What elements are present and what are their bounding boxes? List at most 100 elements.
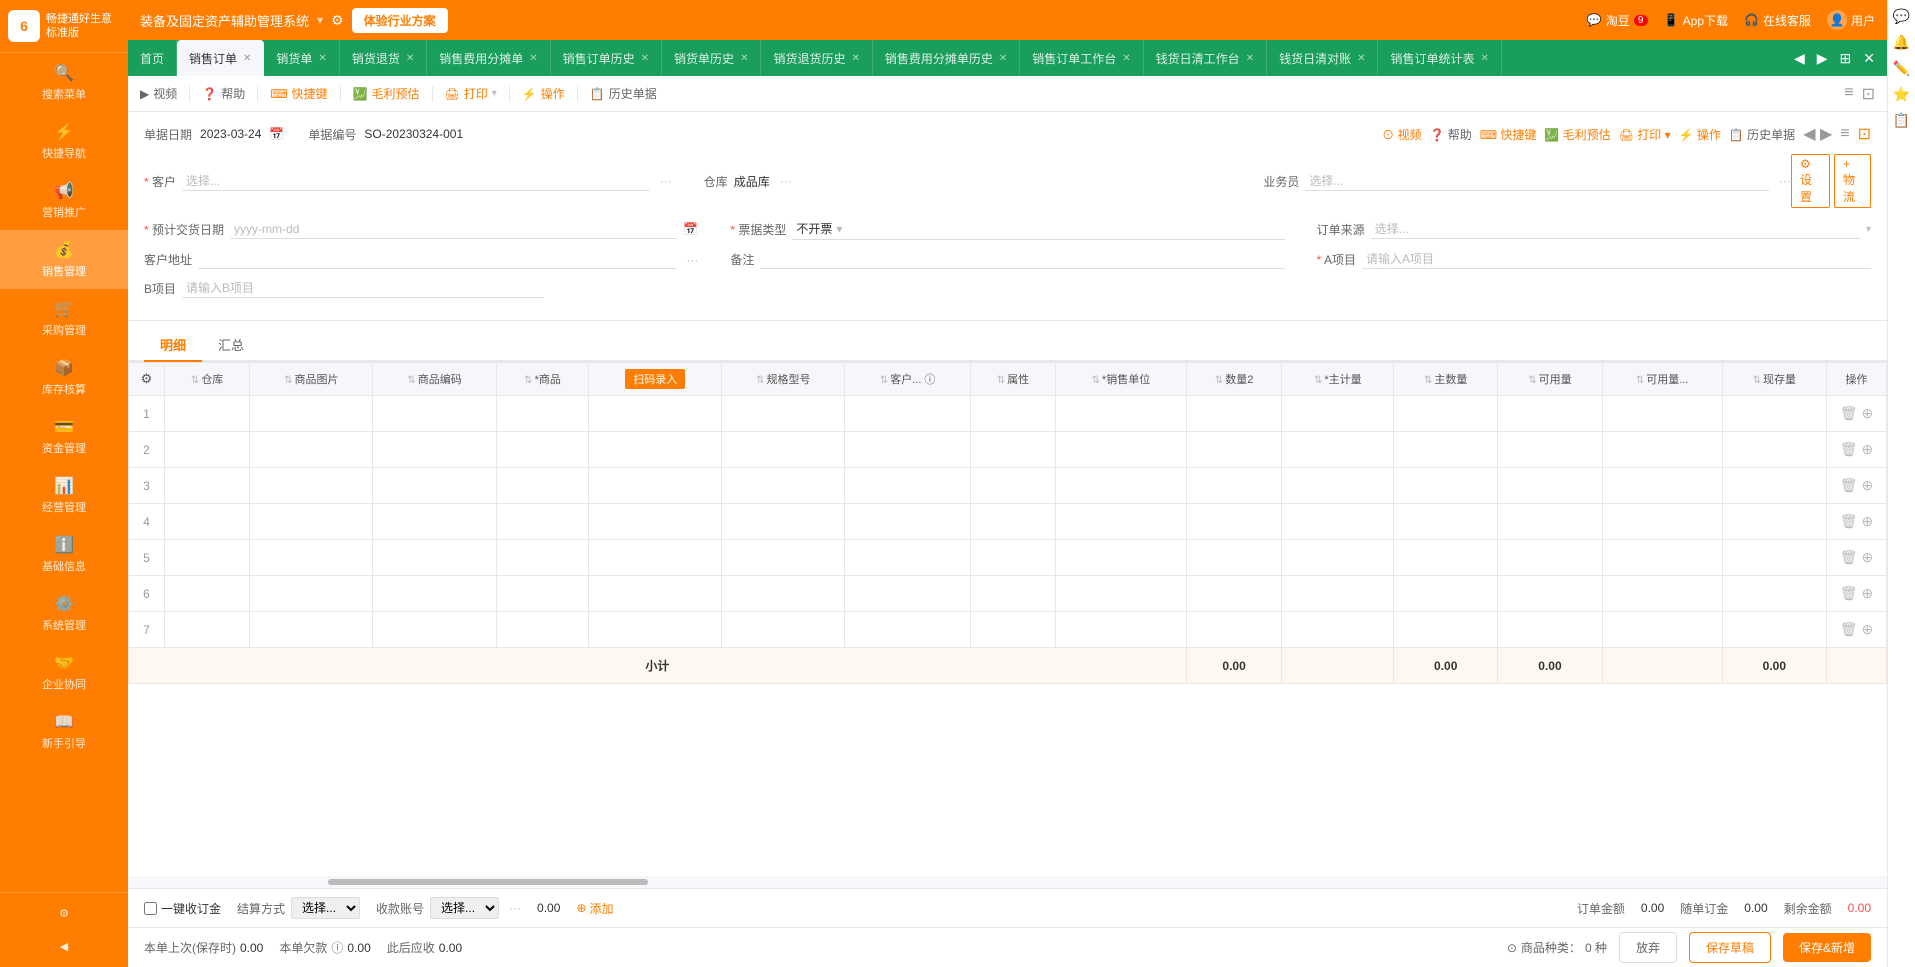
customer-more-icon[interactable]: ··· xyxy=(660,174,672,188)
row-sales-unit-cell[interactable] xyxy=(1056,396,1187,432)
row-stock-cell[interactable] xyxy=(1722,504,1826,540)
user-item[interactable]: 👤 用户 xyxy=(1827,10,1875,30)
row-warehouse-cell[interactable] xyxy=(165,468,250,504)
row-warehouse-cell[interactable] xyxy=(165,540,250,576)
system-dropdown-icon[interactable]: ▾ xyxy=(317,13,323,27)
save-draft-button[interactable]: 保存草稿 xyxy=(1689,932,1771,963)
th-scan[interactable]: 扫码录入 xyxy=(589,363,722,396)
row-qty2-cell[interactable] xyxy=(1186,504,1282,540)
row-qty2-cell[interactable] xyxy=(1186,540,1282,576)
invoice-select[interactable]: 不开票 ▾ xyxy=(792,218,1284,240)
row-available-cell[interactable] xyxy=(1498,576,1602,612)
row-available-cell[interactable] xyxy=(1498,540,1602,576)
row-product-cell[interactable] xyxy=(496,612,589,648)
toolbar-history[interactable]: 📋 历史单据 xyxy=(590,85,657,102)
account-more-icon[interactable]: ··· xyxy=(509,901,521,915)
row-qty2-cell[interactable] xyxy=(1186,396,1282,432)
row-main-unit-cell[interactable] xyxy=(1282,396,1394,432)
tab-home[interactable]: 首页 xyxy=(128,40,177,76)
row-attribute-cell[interactable] xyxy=(970,612,1055,648)
grid-icon[interactable]: ≡ xyxy=(1840,125,1849,143)
row-main-qty-cell[interactable] xyxy=(1394,468,1498,504)
row-warehouse-cell[interactable] xyxy=(165,432,250,468)
expand-icon-2[interactable]: ⊡ xyxy=(1858,124,1871,144)
tab-close-icon[interactable]: ✕ xyxy=(851,53,859,64)
row-customer-ref-cell[interactable] xyxy=(845,576,970,612)
row-product-code-cell[interactable] xyxy=(373,504,496,540)
row-customer-ref-cell[interactable] xyxy=(845,540,970,576)
row-available-cell[interactable] xyxy=(1498,432,1602,468)
sidebar-item-basic-info[interactable]: ℹ️ 基础信息 xyxy=(0,525,128,584)
toolbar-view[interactable]: ▶ 视频 xyxy=(140,85,177,102)
row-qty2-cell[interactable] xyxy=(1186,576,1282,612)
row-product-img-cell[interactable] xyxy=(250,468,373,504)
row-qty2-cell[interactable] xyxy=(1186,468,1282,504)
order-source-input[interactable] xyxy=(1371,220,1860,239)
expand-icon[interactable]: ⊡ xyxy=(1862,84,1875,104)
th-main-unit[interactable]: ⇅*主计量 xyxy=(1282,363,1394,396)
addr-more-icon[interactable]: ··· xyxy=(686,253,698,267)
row-delete-icon[interactable]: 🗑 xyxy=(1840,549,1858,566)
sidebar-collapse-btn[interactable]: ◀ xyxy=(0,934,128,959)
row-main-qty-cell[interactable] xyxy=(1394,612,1498,648)
b-project-input[interactable] xyxy=(182,279,544,298)
row-attribute-cell[interactable] xyxy=(970,504,1055,540)
row-product-img-cell[interactable] xyxy=(250,432,373,468)
scroll-thumb[interactable] xyxy=(328,879,648,885)
toolbar-print-2[interactable]: 🖨 打印 ▾ xyxy=(1619,126,1671,143)
one-click-deposit-label[interactable]: 一键收订金 xyxy=(144,900,221,917)
th-gear[interactable]: ⚙ xyxy=(129,363,165,396)
tab-close-icon[interactable]: ✕ xyxy=(740,53,748,64)
settings-btn[interactable]: ⚙ 设置 xyxy=(1791,154,1830,208)
toolbar-ops-2[interactable]: ⚡ 操作 xyxy=(1679,126,1721,143)
tab-close-icon[interactable]: ✕ xyxy=(1481,53,1489,64)
row-stock-cell[interactable] xyxy=(1722,540,1826,576)
row-customer-ref-cell[interactable] xyxy=(845,396,970,432)
row-spec-cell[interactable] xyxy=(722,540,845,576)
row-main-unit-cell[interactable] xyxy=(1282,540,1394,576)
tab-sales-return-history[interactable]: 销货退货历史 ✕ xyxy=(761,40,872,76)
tab-prev-btn[interactable]: ◀ xyxy=(1790,48,1809,69)
row-main-qty-cell[interactable] xyxy=(1394,504,1498,540)
settings-gear-icon[interactable]: ⚙ xyxy=(331,12,344,29)
row-customer-ref-cell[interactable] xyxy=(845,468,970,504)
row-product-img-cell[interactable] xyxy=(250,396,373,432)
row-main-unit-cell[interactable] xyxy=(1282,432,1394,468)
right-panel-clipboard[interactable]: 📋 xyxy=(1890,108,1914,132)
online-service-item[interactable]: 🎧 在线客服 xyxy=(1744,12,1811,29)
row-available-cell[interactable] xyxy=(1498,612,1602,648)
customer-input[interactable] xyxy=(182,172,650,191)
warehouse-more-icon[interactable]: ··· xyxy=(780,174,792,188)
row-sales-unit-cell[interactable] xyxy=(1056,504,1187,540)
right-panel-bell[interactable]: 🔔 xyxy=(1890,30,1914,54)
scan-btn[interactable]: 扫码录入 xyxy=(625,369,685,389)
row-main-qty-cell[interactable] xyxy=(1394,540,1498,576)
tab-daily-clear-reconcile[interactable]: 钱货日清对账 ✕ xyxy=(1267,40,1378,76)
toolbar-history-2[interactable]: 📋 历史单据 xyxy=(1729,126,1795,143)
row-copy-icon[interactable]: ⊕ xyxy=(1862,441,1874,458)
row-available2-cell[interactable] xyxy=(1602,576,1722,612)
row-spec-cell[interactable] xyxy=(722,396,845,432)
layout-icon-2[interactable]: ◀ ▶ xyxy=(1803,124,1832,144)
row-main-unit-cell[interactable] xyxy=(1282,468,1394,504)
toolbar-shortcut-2[interactable]: ⌨ 快捷键 xyxy=(1480,126,1537,143)
row-copy-icon[interactable]: ⊕ xyxy=(1862,585,1874,602)
delivery-calendar-icon[interactable]: 📅 xyxy=(683,222,698,236)
print-dropdown-icon[interactable]: ▾ xyxy=(492,88,497,99)
layout-icon[interactable]: ≡ xyxy=(1844,84,1853,104)
row-main-qty-cell[interactable] xyxy=(1394,576,1498,612)
row-spec-cell[interactable] xyxy=(722,504,845,540)
tab-sales-stat[interactable]: 销售订单统计表 ✕ xyxy=(1378,40,1501,76)
row-warehouse-cell[interactable] xyxy=(165,396,250,432)
row-qty2-cell[interactable] xyxy=(1186,612,1282,648)
tab-sales-receipt-history[interactable]: 销货单历史 ✕ xyxy=(662,40,761,76)
row-warehouse-cell[interactable] xyxy=(165,576,250,612)
th-customer-ref[interactable]: ⇅客户... ⓘ xyxy=(845,363,970,396)
sidebar-item-marketing[interactable]: 📢 营销推广 xyxy=(0,171,128,230)
row-spec-cell[interactable] xyxy=(722,432,845,468)
toolbar-profit[interactable]: 💹 毛利预估 xyxy=(353,85,420,102)
th-attribute[interactable]: ⇅属性 xyxy=(970,363,1055,396)
row-attribute-cell[interactable] xyxy=(970,396,1055,432)
row-sales-unit-cell[interactable] xyxy=(1056,468,1187,504)
row-delete-icon[interactable]: 🗑 xyxy=(1840,477,1858,494)
